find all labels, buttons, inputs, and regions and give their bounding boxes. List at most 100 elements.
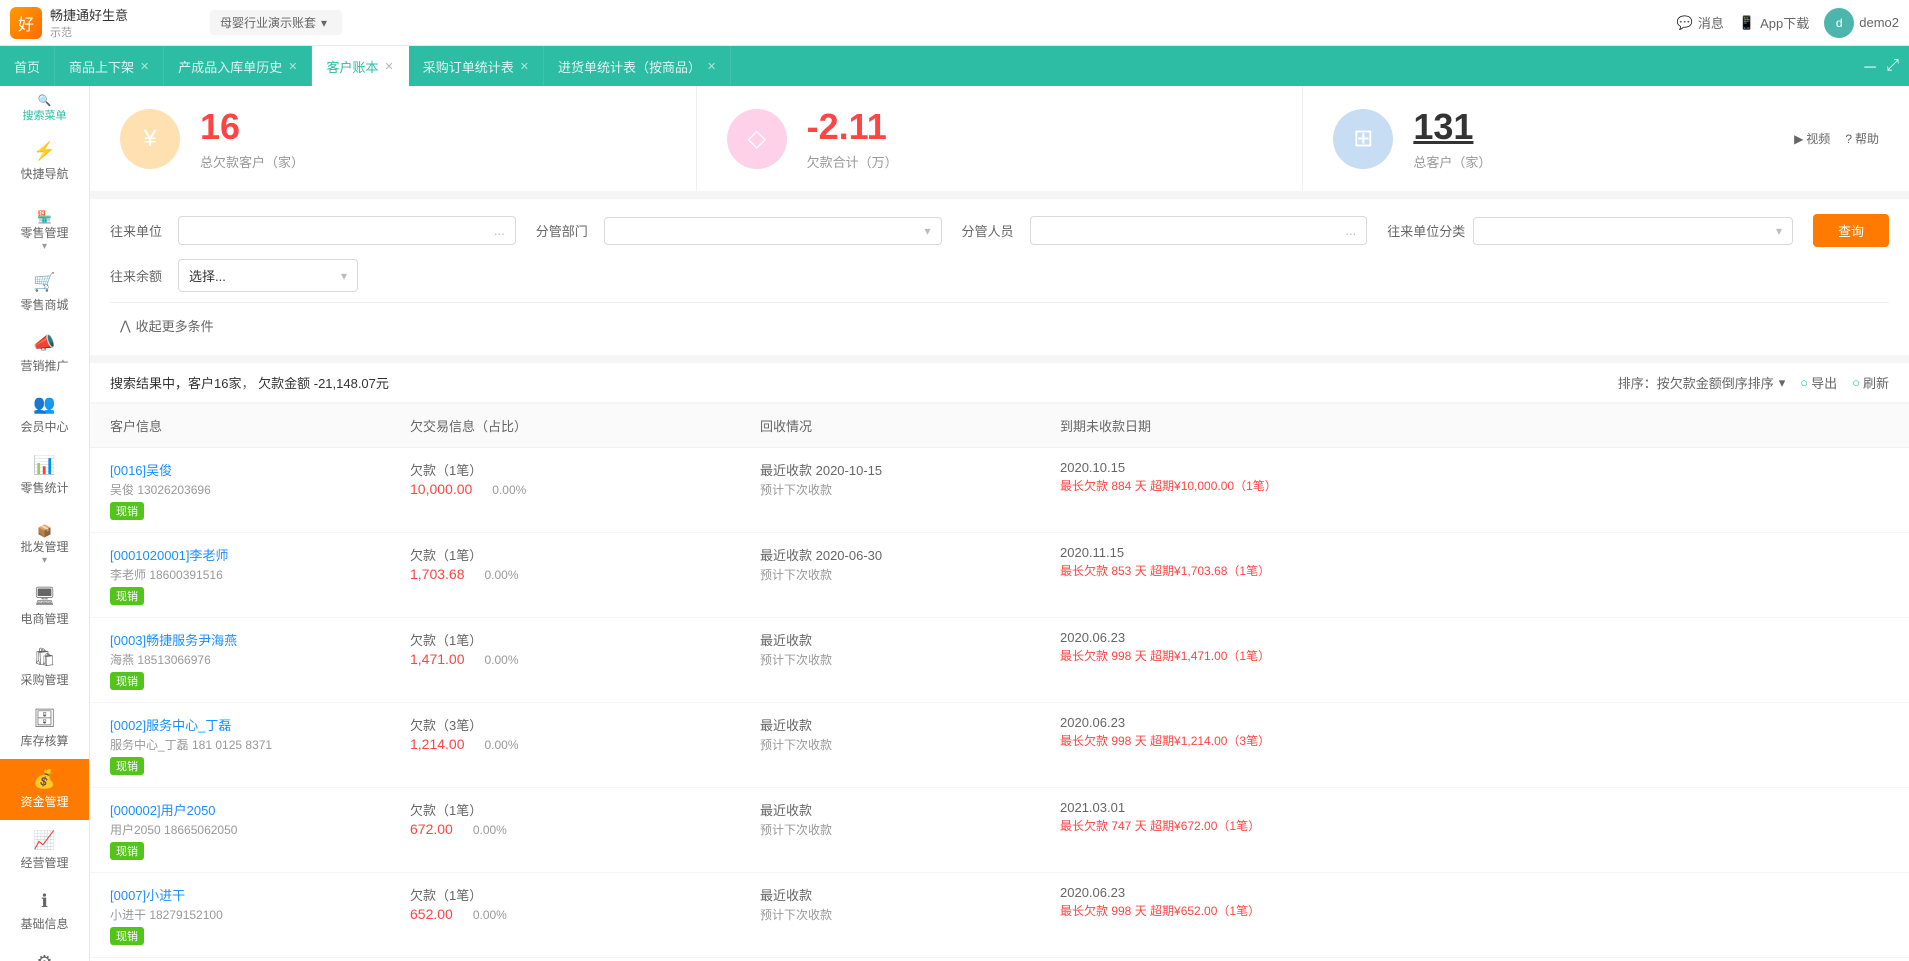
store-selector[interactable]: 母婴行业演示账套 ▾	[210, 10, 342, 35]
sidebar-item-ecommerce[interactable]: 🖥 电商管理	[0, 576, 89, 637]
customer-detail-4: 用户2050 18665062050	[110, 821, 410, 838]
expire-overdue-3[interactable]: 最长欠款 998 天 超期¥1,214.00（3笔）	[1060, 732, 1889, 749]
recovery-next-4: 预计下次收款	[760, 821, 1060, 838]
quick-nav-label: 快捷导航	[20, 165, 68, 182]
tab-product-offline-label: 商品上下架	[69, 57, 134, 76]
sidebar-item-quick-nav[interactable]: ⚡ 快捷导航	[0, 131, 89, 192]
debt-percent-3: 0.00%	[485, 738, 519, 752]
tab-production-history[interactable]: 产成品入库单历史 ✕	[164, 46, 312, 86]
person-input[interactable]: ...	[1030, 216, 1368, 245]
tab-import-stats[interactable]: 进货单统计表（按商品） ✕	[544, 46, 731, 86]
retail-mgmt-label: 零售管理	[20, 224, 68, 241]
customer-detail-2: 海燕 18513066976	[110, 651, 410, 668]
search-button[interactable]: 查询	[1813, 214, 1889, 247]
expire-overdue-1[interactable]: 最长欠款 853 天 超期¥1,703.68（1笔）	[1060, 562, 1889, 579]
debt-info-5: 欠款（1笔） 652.00 0.00%	[410, 885, 760, 922]
customer-tag-2: 现销	[110, 672, 144, 690]
tab-home[interactable]: 首页	[0, 46, 55, 86]
stat-content-total-customers: 131 总客户（家）	[1413, 106, 1491, 171]
batch-mgmt-icon: 📦	[37, 524, 52, 538]
tab-purchase-order-close[interactable]: ✕	[520, 60, 529, 73]
app-download-btn[interactable]: 📱 App下载	[1739, 13, 1809, 32]
tab-minimize-icon[interactable]: －	[1862, 54, 1878, 78]
tab-product-offline[interactable]: 商品上下架 ✕	[55, 46, 164, 86]
sort-select[interactable]: 排序：按欠款金额倒序排序 ▾	[1618, 373, 1786, 392]
sidebar-item-retail-stats[interactable]: 📊 零售统计	[0, 445, 89, 506]
recovery-next-0: 预计下次收款	[760, 481, 1060, 498]
top-right: 💬 消息 📱 App下载 d demo2	[1677, 8, 1899, 38]
customer-detail-3: 服务中心_丁磊 181 0125 8371	[110, 736, 410, 753]
supplier-input[interactable]: ...	[178, 216, 516, 245]
recovery-date-5: 最近收款	[760, 885, 1060, 904]
tab-customer-account-close[interactable]: ✕	[385, 60, 394, 73]
sidebar-item-system[interactable]: ⚙ 系统管理	[0, 942, 89, 961]
customer-info-3: [0002]服务中心_丁磊 服务中心_丁磊 181 0125 8371 现销	[110, 715, 410, 775]
results-amount-value: -21,148.07元	[314, 376, 389, 391]
finance-icon: 💰	[33, 769, 55, 790]
search-menu-btn[interactable]: 🔍 搜索菜单	[0, 86, 89, 131]
sidebar-item-purchase-mgmt[interactable]: 🛍 采购管理	[0, 637, 89, 698]
customer-name-1[interactable]: [0001020001]李老师	[110, 545, 410, 564]
tab-purchase-order[interactable]: 采购订单统计表 ✕	[409, 46, 544, 86]
purchase-mgmt-icon: 🛍	[33, 647, 56, 668]
dept-arrow: ▾	[924, 224, 930, 238]
tab-production-history-close[interactable]: ✕	[288, 60, 297, 73]
sidebar-item-inventory[interactable]: 🗄 库存核算	[0, 698, 89, 759]
app-download-icon: 📱	[1739, 15, 1755, 31]
customer-name-0[interactable]: [0016]吴俊	[110, 460, 410, 479]
user-profile[interactable]: d demo2	[1824, 8, 1899, 38]
sidebar-item-operations[interactable]: 📈 经营管理	[0, 820, 89, 881]
sidebar-item-finance[interactable]: 💰 资金管理	[0, 759, 89, 820]
customer-name-4[interactable]: [000002]用户2050	[110, 800, 410, 819]
expire-date-2: 2020.06.23	[1060, 630, 1889, 645]
customer-name-3[interactable]: [0002]服务中心_丁磊	[110, 715, 410, 734]
expire-overdue-2[interactable]: 最长欠款 998 天 超期¥1,471.00（1笔）	[1060, 647, 1889, 664]
refresh-btn[interactable]: ○ 刷新	[1852, 373, 1889, 392]
tab-import-stats-close[interactable]: ✕	[707, 60, 716, 73]
stat-icon-overdue-amount: ◇	[727, 109, 787, 169]
video-label: 视频	[1806, 130, 1830, 147]
sidebar-item-batch-mgmt[interactable]: 📦 批发管理 ▾	[0, 514, 89, 576]
balance-arrow: ▾	[341, 269, 347, 283]
video-link[interactable]: ▶ 视频	[1794, 130, 1830, 147]
recovery-info-3: 最近收款 预计下次收款	[760, 715, 1060, 753]
dept-select[interactable]: ▾	[604, 217, 942, 245]
filter-row-2: 往来余额 选择... ▾	[110, 259, 1889, 292]
filter-row-1: 往来单位 ... 分管部门 ▾ 分管人员 ...	[110, 214, 1889, 247]
results-bar: 搜索结果中，客户16家， 欠款金额 -21,148.07元 排序：按欠款金额倒序…	[90, 363, 1909, 402]
export-btn[interactable]: ○ 导出	[1800, 373, 1837, 392]
customer-name-2[interactable]: [0003]畅捷服务尹海燕	[110, 630, 410, 649]
expire-overdue-0[interactable]: 最长欠款 884 天 超期¥10,000.00（1笔）	[1060, 477, 1889, 494]
customer-name-5[interactable]: [0007]小进干	[110, 885, 410, 904]
message-label: 消息	[1698, 13, 1724, 32]
expire-overdue-4[interactable]: 最长欠款 747 天 超期¥672.00（1笔）	[1060, 817, 1889, 834]
username: demo2	[1859, 15, 1899, 30]
stat-number-overdue-customers: 16	[200, 106, 304, 148]
collapse-icon: ⋀	[120, 318, 131, 334]
stat-card-actions: ▶ 视频 ? 帮助	[1794, 130, 1879, 147]
sidebar-item-retail-mgmt[interactable]: 🏪 零售管理 ▾	[0, 200, 89, 262]
help-link[interactable]: ? 帮助	[1845, 130, 1879, 147]
results-amount-label: 欠款金额	[258, 376, 310, 391]
expire-overdue-5[interactable]: 最长欠款 998 天 超期¥652.00（1笔）	[1060, 902, 1889, 919]
sidebar-item-retail-mall[interactable]: 🛒 零售商城	[0, 262, 89, 323]
debt-percent-0: 0.00%	[492, 483, 526, 497]
customer-tag-5: 现销	[110, 927, 144, 945]
debt-percent-4: 0.00%	[473, 823, 507, 837]
balance-select[interactable]: 选择... ▾	[178, 259, 358, 292]
message-btn[interactable]: 💬 消息	[1677, 13, 1724, 32]
collapse-btn[interactable]: ⋀ 收起更多条件	[110, 311, 1889, 340]
sidebar-item-marketing[interactable]: 📣 营销推广	[0, 323, 89, 384]
member-center-label: 会员中心	[20, 418, 68, 435]
stat-icon-overdue-customers: ¥	[120, 109, 180, 169]
customer-info-2: [0003]畅捷服务尹海燕 海燕 18513066976 现销	[110, 630, 410, 690]
sidebar-item-basic-info[interactable]: ℹ 基础信息	[0, 881, 89, 942]
debt-info-0: 欠款（1笔） 10,000.00 0.00%	[410, 460, 760, 497]
category-select[interactable]: ▾	[1473, 217, 1793, 245]
tab-customer-account[interactable]: 客户账本 ✕	[312, 46, 408, 86]
inventory-label: 库存核算	[20, 732, 68, 749]
tab-maximize-icon[interactable]: ⤢	[1886, 57, 1899, 75]
sidebar-item-member-center[interactable]: 👥 会员中心	[0, 384, 89, 445]
tab-product-offline-close[interactable]: ✕	[140, 60, 149, 73]
person-label: 分管人员	[962, 221, 1022, 240]
